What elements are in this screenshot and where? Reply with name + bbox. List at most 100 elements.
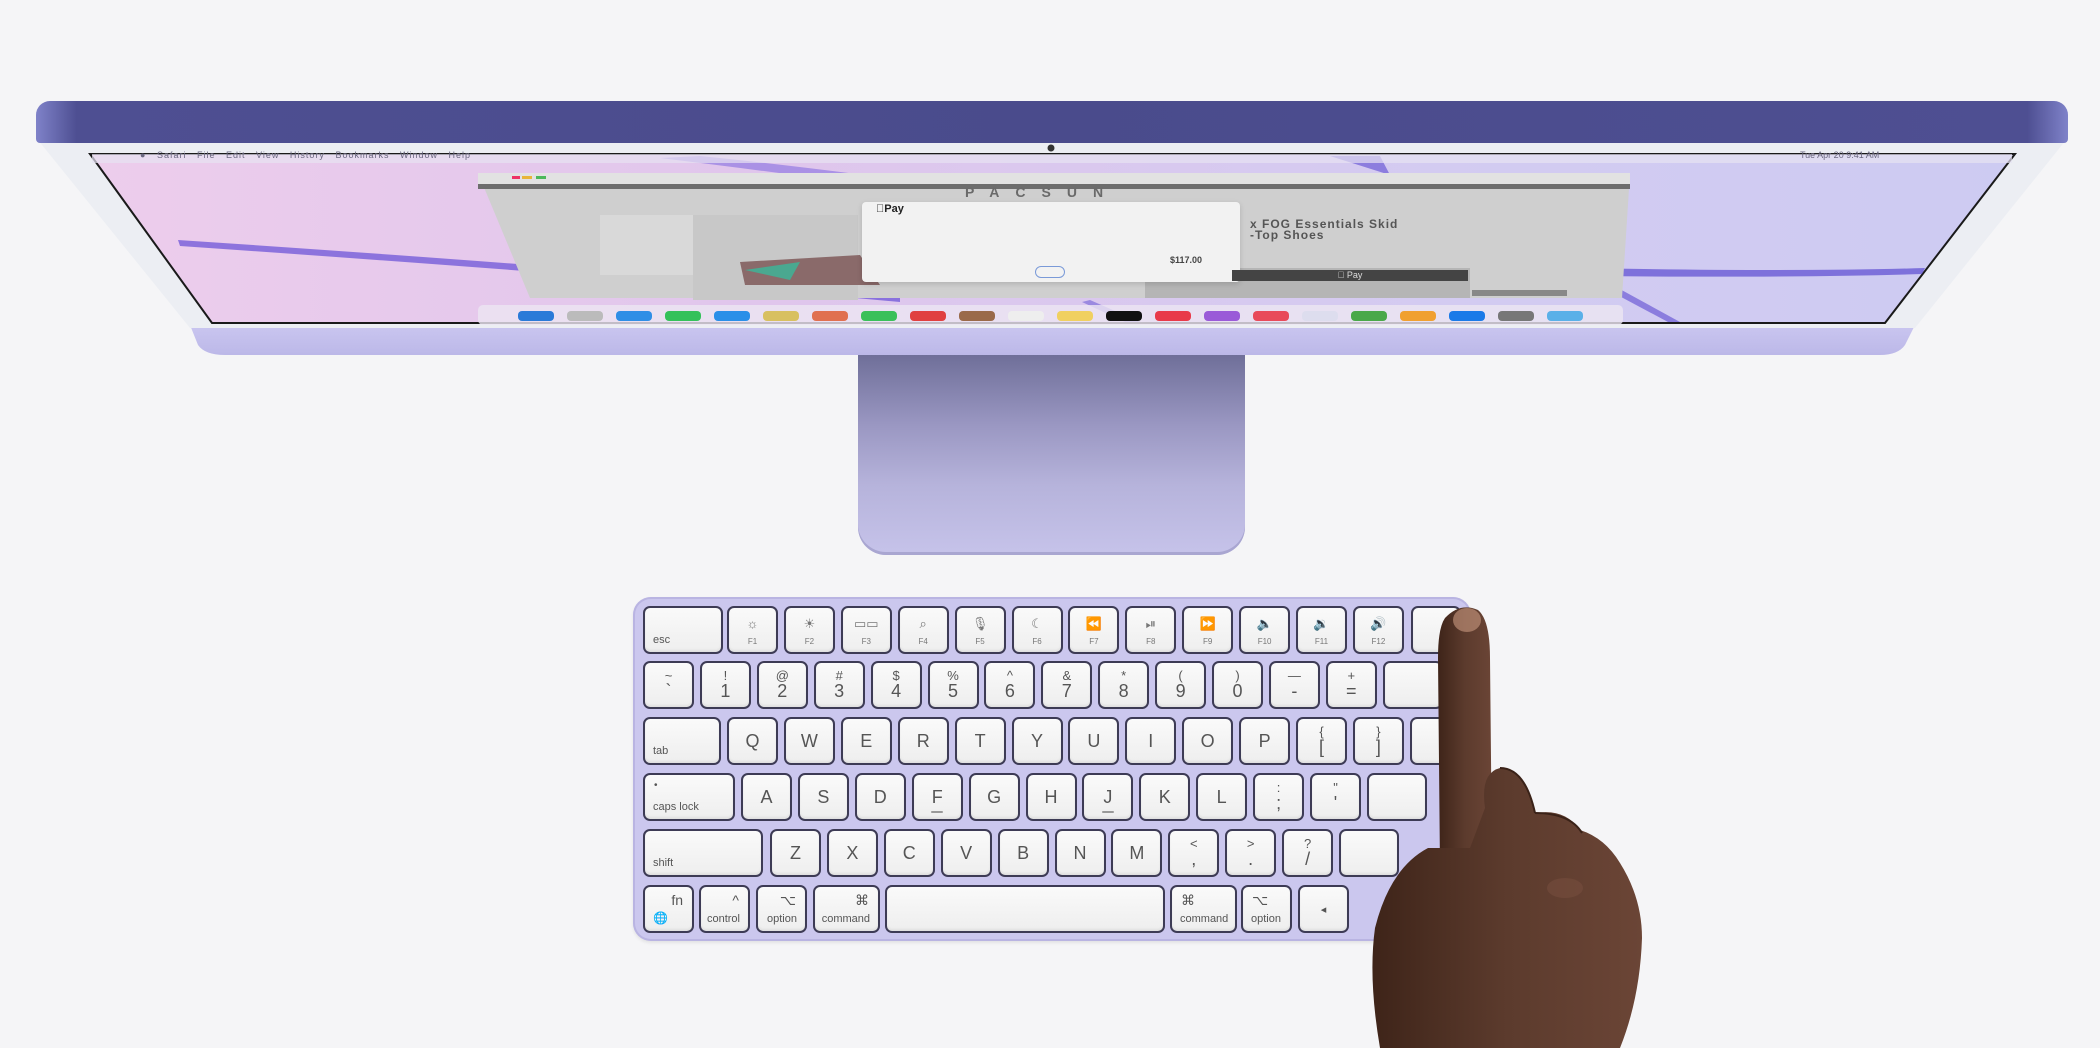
key-5[interactable]: % 5	[927, 661, 979, 709]
left-shift-key[interactable]: shift	[643, 829, 763, 877]
dock-facetime-icon[interactable]	[860, 311, 897, 321]
left-command-key[interactable]: ⌘ command	[813, 885, 880, 933]
fn-globe-key[interactable]: fn 🌐	[643, 885, 694, 933]
apple-pay-button[interactable]:  Pay	[1232, 270, 1468, 281]
function-key-f4[interactable]: ⌕ F4	[897, 606, 949, 654]
dock-safari-icon[interactable]	[615, 311, 652, 321]
dock-finder-icon[interactable]	[517, 311, 554, 321]
key-3[interactable]: #3	[813, 661, 865, 709]
menu-history[interactable]: History	[290, 150, 325, 160]
function-key-f6[interactable]: ☾ F6	[1011, 606, 1063, 654]
dock-maps-icon[interactable]	[762, 311, 799, 321]
dock-calendar-icon[interactable]	[909, 311, 946, 321]
apple-icon[interactable]: ●	[140, 150, 146, 160]
menu-window[interactable]: Window	[400, 150, 438, 160]
function-key-f10[interactable]: 🔈 F10	[1239, 606, 1291, 654]
function-key-f5[interactable]: 🎙 F5	[954, 606, 1006, 654]
function-key-f9[interactable]: ⏩ F9	[1182, 606, 1234, 654]
key-label: I	[1148, 731, 1154, 751]
key-n[interactable]: N	[1054, 829, 1106, 877]
key-z[interactable]: Z	[770, 829, 821, 877]
function-key-f1[interactable]: ☼ F1	[727, 606, 778, 654]
menu-file[interactable]: File	[197, 150, 216, 160]
dock-launchpad-icon[interactable]	[566, 311, 603, 321]
site-logo[interactable]: PACSUN	[965, 184, 1119, 200]
key-6[interactable]: ^ 6	[984, 661, 1036, 709]
key-u[interactable]: U	[1068, 717, 1120, 765]
right-command-key[interactable]: ⌘ command	[1170, 885, 1237, 933]
key-m[interactable]: M	[1111, 829, 1163, 877]
key-1[interactable]: ! 1	[699, 661, 751, 709]
key-punct-10[interactable]: :;	[1253, 773, 1305, 821]
caps-lock-key[interactable]: • caps lock	[643, 773, 735, 821]
dock-photos-icon[interactable]	[811, 311, 848, 321]
function-key-f3[interactable]: ▭▭ F3	[840, 606, 892, 654]
key-`[interactable]: ~ `	[643, 661, 694, 709]
dock-music-icon[interactable]	[1154, 311, 1191, 321]
space-bar[interactable]	[885, 885, 1165, 933]
key-,[interactable]: <,	[1168, 829, 1220, 877]
dock-podcasts-icon[interactable]	[1203, 311, 1240, 321]
dock-downloads-icon[interactable]	[1546, 311, 1583, 321]
menu-help[interactable]: Help	[449, 150, 472, 160]
key-label: 3	[834, 681, 845, 701]
key-r[interactable]: R	[897, 717, 949, 765]
key-x[interactable]: X	[826, 829, 878, 877]
key-4[interactable]: $4	[870, 661, 922, 709]
dock-numbers-icon[interactable]	[1350, 311, 1387, 321]
key-w[interactable]: W	[783, 717, 835, 765]
key-v[interactable]: V	[940, 829, 992, 877]
tab-key[interactable]: tab	[643, 717, 721, 765]
key-a[interactable]: A	[741, 773, 792, 821]
dock-system-preferences-icon[interactable]	[1497, 311, 1534, 321]
key-l[interactable]: L	[1196, 773, 1248, 821]
key-.[interactable]: >.	[1225, 829, 1277, 877]
key-label: ,	[1191, 849, 1197, 869]
key-0[interactable]: ) 0	[1212, 661, 1263, 709]
dock-notes-icon[interactable]	[1056, 311, 1093, 321]
key-k[interactable]: K	[1139, 773, 1191, 821]
esc-key[interactable]: esc	[643, 606, 723, 654]
key-d[interactable]: D	[854, 773, 906, 821]
key-o[interactable]: O	[1182, 717, 1234, 765]
control-key[interactable]: ^ control	[699, 885, 750, 933]
key-s[interactable]: S	[797, 773, 849, 821]
key-b[interactable]: B	[997, 829, 1049, 877]
key-y[interactable]: Y	[1011, 717, 1063, 765]
dock-keynote-icon[interactable]	[1301, 311, 1338, 321]
dock-app-store-icon[interactable]	[1448, 311, 1485, 321]
key-i[interactable]: I	[1125, 717, 1177, 765]
function-key-f2[interactable]: ☀ F2	[783, 606, 835, 654]
key--[interactable]: — -	[1268, 661, 1320, 709]
key-8[interactable]: * 8	[1098, 661, 1150, 709]
key-j[interactable]: J	[1082, 773, 1134, 821]
dock-contacts-icon[interactable]	[958, 311, 995, 321]
dock-news-icon[interactable]	[1252, 311, 1289, 321]
menu-edit[interactable]: Edit	[226, 150, 246, 160]
menu-safari[interactable]: Safari	[157, 150, 187, 160]
key-h[interactable]: H	[1025, 773, 1077, 821]
key-9[interactable]: (9	[1155, 661, 1207, 709]
right-option-key[interactable]: ⌥ option	[1241, 885, 1292, 933]
dock-mail-icon[interactable]	[713, 311, 750, 321]
key-f[interactable]: F	[911, 773, 963, 821]
menu-bookmarks[interactable]: Bookmarks	[335, 150, 389, 160]
key-p[interactable]: P	[1239, 717, 1291, 765]
left-option-key[interactable]: ⌥ option	[756, 885, 807, 933]
dock-reminders-icon[interactable]	[1007, 311, 1044, 321]
menu-view[interactable]: View	[256, 150, 279, 160]
key-g[interactable]: G	[968, 773, 1020, 821]
key-c[interactable]: C	[883, 829, 935, 877]
key-q[interactable]: Q	[727, 717, 778, 765]
key-label: S	[817, 787, 830, 807]
key-e[interactable]: E	[840, 717, 892, 765]
dock-messages-icon[interactable]	[664, 311, 701, 321]
key-7[interactable]: & 7	[1041, 661, 1093, 709]
key-2[interactable]: @2	[756, 661, 808, 709]
function-key-f7[interactable]: ⏪ F7	[1068, 606, 1120, 654]
key-t[interactable]: T	[954, 717, 1006, 765]
function-key-f8[interactable]: ⏯ F8	[1125, 606, 1177, 654]
dock-tv-icon[interactable]	[1105, 311, 1142, 321]
dock-pages-icon[interactable]	[1399, 311, 1436, 321]
option-symbol-icon: ⌥	[1252, 892, 1269, 908]
